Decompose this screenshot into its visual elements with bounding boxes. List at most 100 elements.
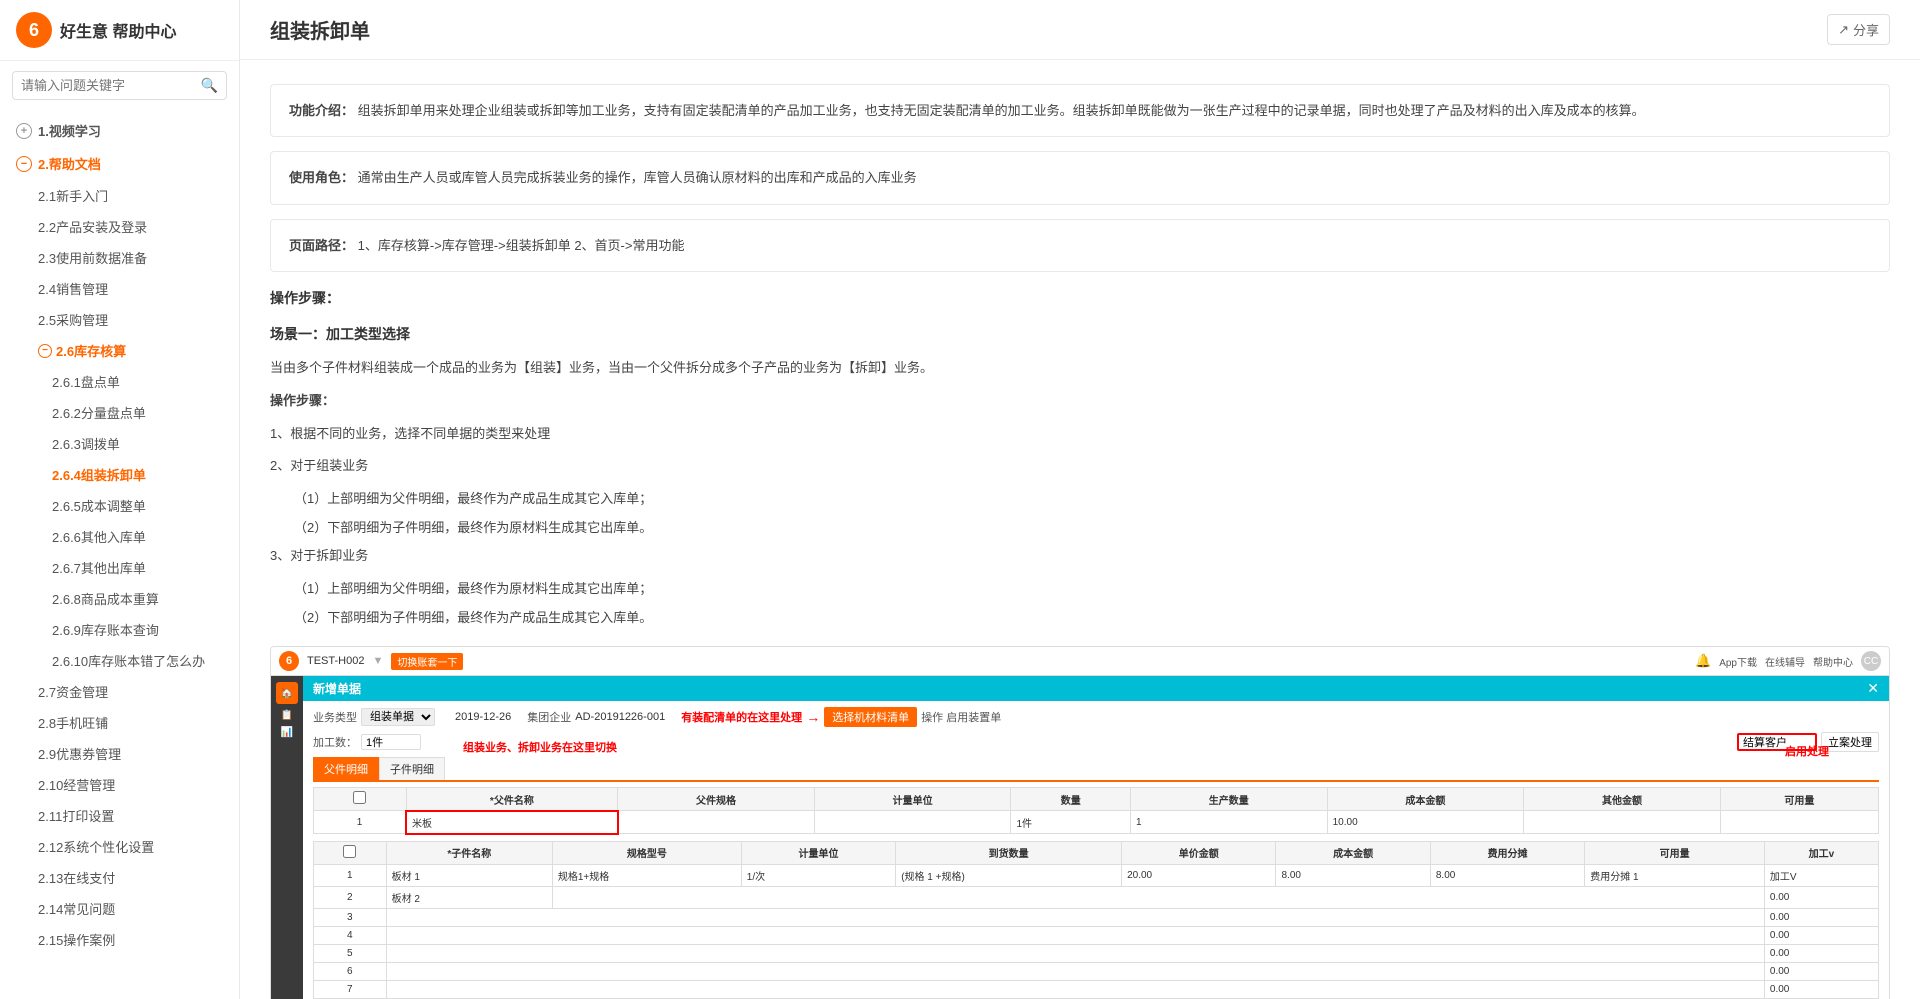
sidebar-item-stockquery[interactable]: 2.6.9库存账本查询 bbox=[0, 614, 239, 645]
sidebar-item-operate[interactable]: 2.10经营管理 bbox=[0, 769, 239, 800]
plus-icon: + bbox=[16, 123, 32, 139]
select-template-btn[interactable]: 选择机材料清单 bbox=[824, 707, 917, 727]
sidebar-item-online[interactable]: 2.13在线支付 bbox=[0, 862, 239, 893]
td-avail bbox=[1720, 811, 1878, 834]
sidebar-item-docs[interactable]: − 2.帮助文档 bbox=[0, 147, 239, 180]
sidebar-item-adjust[interactable]: 2.6.3调拨单 bbox=[0, 428, 239, 459]
tab-area: 父件明细 子件明细 组装业务、拆卸业务在这里切换 bbox=[313, 757, 1879, 782]
th-c-cost: 成本金额 bbox=[1276, 841, 1430, 864]
th-parent-spec: 父件规格 bbox=[618, 788, 815, 811]
td-c-aqty-1: (规格 1 +规格) bbox=[896, 864, 1122, 886]
path-label: 页面路径： bbox=[289, 238, 354, 253]
app-user-avatar[interactable]: CC bbox=[1861, 651, 1881, 671]
sidebar-item-otheroutbound[interactable]: 2.6.7其他出库单 bbox=[0, 552, 239, 583]
td-c-avail-2: 0.00 bbox=[1764, 886, 1878, 908]
path-text: 1、库存核算->库存管理->组装拆卸单 2、首页->常用功能 bbox=[358, 238, 685, 253]
sidebar-item-coupon[interactable]: 2.9优惠券管理 bbox=[0, 738, 239, 769]
main-header: 组装拆卸单 ↗ 分享 bbox=[240, 0, 1920, 60]
func-intro-text: 组装拆卸单用来处理企业组装或拆卸等加工业务，支持有固定装配清单的产品加工业务，也… bbox=[358, 103, 1645, 118]
parent-row-1: 1 米板 1件 1 10.00 bbox=[314, 811, 1879, 834]
role-text: 通常由生产人员或库管人员完成拆装业务的操作，库管人员确认原材料的出库和产成品的入… bbox=[358, 170, 917, 185]
sidebar-item-sales[interactable]: 2.4销售管理 bbox=[0, 273, 239, 304]
td-c-avail-4: 0.00 bbox=[1764, 926, 1878, 944]
business-type-select[interactable]: 组装单据 拆卸单据 bbox=[361, 708, 435, 726]
td-c-name-1: 板材 1 bbox=[386, 864, 552, 886]
sidebar-item-inventory[interactable]: − 2.6库存核算 bbox=[0, 335, 239, 366]
app-nav-icon1[interactable]: 📋 bbox=[281, 710, 293, 721]
step1: 1、根据不同的业务，选择不同单据的类型来处理 bbox=[270, 422, 1890, 447]
sidebar-item-productcost[interactable]: 2.6.8商品成本重算 bbox=[0, 583, 239, 614]
search-icon[interactable]: 🔍 bbox=[201, 77, 218, 94]
minus-icon: − bbox=[16, 156, 32, 172]
share-button[interactable]: ↗ 分享 bbox=[1827, 14, 1890, 45]
app-form-area: 业务类型 组装单据 拆卸单据 2019-12-26 bbox=[303, 701, 1889, 999]
role-box: 使用角色： 通常由生产人员或库管人员完成拆装业务的操作，库管人员确认原材料的出库… bbox=[270, 151, 1890, 204]
sidebar-item-newuser[interactable]: 2.1新手入门 bbox=[0, 180, 239, 211]
parent-table-header: *父件名称 父件规格 计量单位 数量 生产数量 成本金额 其他金额 可用量 bbox=[314, 788, 1879, 811]
annotation3-text: 启用处理 bbox=[1785, 743, 1829, 759]
tab-child[interactable]: 子件明细 bbox=[379, 757, 445, 780]
child-row-5: 5 0.00 bbox=[314, 944, 1879, 962]
td-c-unit-1: 1/次 bbox=[741, 864, 895, 886]
select-all-checkbox[interactable] bbox=[353, 791, 366, 804]
sidebar-item-assemble[interactable]: 2.6.4组装拆卸单 bbox=[0, 459, 239, 490]
sidebar-item-cost[interactable]: 2.6.5成本调整单 bbox=[0, 490, 239, 521]
sidebar-item-predata[interactable]: 2.3使用前数据准备 bbox=[0, 242, 239, 273]
sidebar-item-print[interactable]: 2.11打印设置 bbox=[0, 800, 239, 831]
th-avail: 可用量 bbox=[1720, 788, 1878, 811]
sidebar-item-otherinbound[interactable]: 2.6.6其他入库单 bbox=[0, 521, 239, 552]
sidebar-item-mobile[interactable]: 2.8手机旺铺 bbox=[0, 707, 239, 738]
app-notification-icon[interactable]: 🔔 bbox=[1695, 653, 1711, 669]
app-helpcenter[interactable]: 帮助中心 bbox=[1813, 654, 1853, 669]
sidebar-item-stockerror[interactable]: 2.6.10库存账本错了怎么办 bbox=[0, 645, 239, 676]
sidebar-header: 6 好生意 帮助中心 bbox=[0, 0, 239, 61]
sidebar-item-purchase[interactable]: 2.5采购管理 bbox=[0, 304, 239, 335]
app-close-icon[interactable]: ✕ bbox=[1867, 680, 1879, 697]
td-c-process-1: 加工V bbox=[1764, 864, 1878, 886]
form-row-1: 业务类型 组装单据 拆卸单据 2019-12-26 bbox=[313, 707, 1879, 727]
th-c-name: *子件名称 bbox=[386, 841, 552, 864]
app-logo: 6 bbox=[279, 651, 299, 671]
qty-input[interactable] bbox=[361, 734, 421, 750]
sidebar-item-faq[interactable]: 2.14常见问题 bbox=[0, 893, 239, 924]
app-switch-btn[interactable]: 切换账套一下 bbox=[391, 653, 463, 670]
th-other: 其他金额 bbox=[1524, 788, 1721, 811]
app-home-icon[interactable]: 🏠 bbox=[276, 682, 298, 704]
child-select-all[interactable] bbox=[343, 845, 356, 858]
logo-text: 好生意 帮助中心 bbox=[60, 18, 176, 42]
qty-label: 加工数： bbox=[313, 734, 357, 750]
search-input[interactable] bbox=[21, 78, 201, 93]
sidebar-item-stocktake[interactable]: 2.6.1盘点单 bbox=[0, 366, 239, 397]
sidebar-item-partition[interactable]: 2.6.2分量盘点单 bbox=[0, 397, 239, 428]
sidebar-item-videos[interactable]: + 1.视频学习 bbox=[0, 114, 239, 147]
sidebar-item-cases[interactable]: 2.15操作案例 bbox=[0, 924, 239, 955]
child-row-1: 1 板材 1 规格1+规格 1/次 (规格 1 +规格) 20.00 8.00 … bbox=[314, 864, 1879, 886]
operate-label: 操作 启用装置单 bbox=[921, 709, 1001, 725]
confirm-btn[interactable]: 立案处理 bbox=[1821, 732, 1879, 752]
sidebar-item-finance[interactable]: 2.7资金管理 bbox=[0, 676, 239, 707]
parent-table: *父件名称 父件规格 计量单位 数量 生产数量 成本金额 其他金额 可用量 bbox=[313, 787, 1879, 835]
child-row-7: 7 0.00 bbox=[314, 980, 1879, 998]
qty-field: 加工数： bbox=[313, 734, 421, 750]
annotation1-area: 有装配清单的在这里处理 → 选择机材料清单 操作 启用装置单 bbox=[681, 707, 1001, 727]
date-value: 2019-12-26 bbox=[455, 711, 511, 723]
scene-desc: 当由多个子件材料组装成一个成品的业务为【组装】业务，当由一个父件拆分成多个子产品… bbox=[270, 356, 1890, 381]
search-box[interactable]: 🔍 bbox=[12, 71, 227, 100]
page-title: 组装拆卸单 bbox=[270, 15, 370, 44]
scene-label: 场景一：加工类型选择 bbox=[270, 324, 1890, 344]
td-qty: 1件 bbox=[1011, 811, 1131, 834]
app-coaching[interactable]: 在线辅导 bbox=[1765, 654, 1805, 669]
app-nav-icon2[interactable]: 📊 bbox=[281, 727, 293, 738]
sidebar-item-install[interactable]: 2.2产品安装及登录 bbox=[0, 211, 239, 242]
td-c-avail-7: 0.00 bbox=[1764, 980, 1878, 998]
share-icon: ↗ bbox=[1838, 22, 1849, 38]
child-table-container: 无固定清单可以直接在这里直接录入 *子件名称 规格型号 计量单位 bbox=[313, 841, 1879, 999]
tab-parent[interactable]: 父件明细 bbox=[313, 757, 379, 780]
td-cost: 10.00 bbox=[1327, 811, 1524, 834]
td-c-avail-1: 费用分摊 1 bbox=[1585, 864, 1765, 886]
annotation1-text: 有装配清单的在这里处理 bbox=[681, 709, 802, 725]
app-appdownload[interactable]: App下载 bbox=[1719, 654, 1757, 669]
sidebar-item-docs-label: 2.帮助文档 bbox=[38, 154, 101, 173]
sidebar: 6 好生意 帮助中心 🔍 + 1.视频学习 − 2.帮助文档 2.1新手入门 2… bbox=[0, 0, 240, 999]
sidebar-item-customize[interactable]: 2.12系统个性化设置 bbox=[0, 831, 239, 862]
